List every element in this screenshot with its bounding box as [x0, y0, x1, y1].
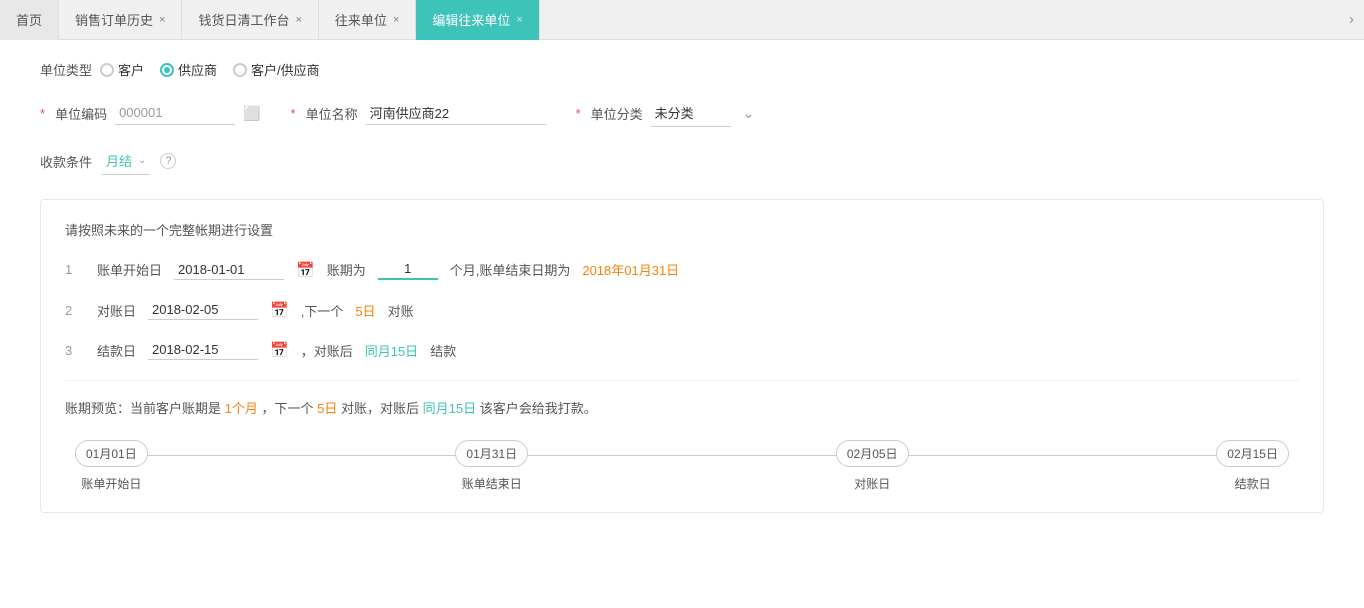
timeline: 01月01日账单开始日 01月31日账单结束日 02月05日对账日 02月15日结款日 [65, 440, 1299, 492]
tab-cash-work-label: 钱货日清工作台 [198, 10, 289, 29]
category-group: * 单位分类 未分类 ⌄ [576, 99, 755, 127]
timeline-label-2: 对账日 [854, 475, 890, 492]
help-icon[interactable]: ? [160, 153, 176, 169]
preview-part2: ，下一个 [262, 401, 314, 416]
unit-type-group: 单位类型 客户 供应商 客户/供应商 [40, 60, 320, 79]
preview-part4: 对账，对账后 [341, 401, 419, 416]
tab-counterparty-close[interactable]: × [393, 14, 399, 26]
months-input[interactable] [378, 259, 438, 280]
tab-sales-history[interactable]: 销售订单历史 × [59, 0, 182, 40]
row-2-calendar-icon[interactable]: 📅 [270, 301, 289, 319]
timeline-node-3: 02月15日 [1216, 440, 1289, 467]
row-2-suffix-post: 对账 [388, 301, 414, 320]
row-1-suffix-pre: 账期为 [327, 260, 366, 279]
tab-sales-history-label: 销售订单历史 [75, 10, 153, 29]
row-2-field: 对账日 [97, 301, 136, 320]
row-3-highlight: 同月15日 [365, 341, 418, 360]
payment-select[interactable]: 月结 ⌄ [102, 147, 150, 175]
row-3-num: 3 [65, 343, 85, 358]
radio-both-label: 客户/供应商 [251, 60, 320, 79]
timeline-item-3: 02月15日结款日 [1216, 440, 1289, 492]
radio-customer[interactable]: 客户 [100, 60, 144, 79]
row-2-highlight: 5日 [355, 301, 375, 320]
category-value: 未分类 [651, 99, 731, 127]
info-row: * 单位编码 ⬜ * 单位名称 * 单位分类 未分类 ⌄ [40, 99, 1324, 127]
setting-row-3: 3 结款日 📅 ，对账后 同月15日 结款 [65, 340, 1299, 360]
code-label: 单位编码 [55, 104, 107, 123]
radio-both[interactable]: 客户/供应商 [233, 60, 320, 79]
preview-label: 账期预览：当前客户账期是 [65, 401, 221, 416]
tab-bar: 首页 销售订单历史 × 钱货日清工作台 × 往来单位 × 编辑往来单位 × › [0, 0, 1364, 40]
row-3-suffix-post: 结款 [430, 341, 456, 360]
row-1-highlight: 2018年01月31日 [582, 260, 679, 279]
timeline-label-1: 账单结束日 [462, 475, 522, 492]
radio-supplier[interactable]: 供应商 [160, 60, 217, 79]
row-1-field: 账单开始日 [97, 260, 162, 279]
name-input[interactable] [366, 101, 546, 125]
tab-edit-counterparty[interactable]: 编辑往来单位 × [416, 0, 539, 40]
unit-type-row: 单位类型 客户 供应商 客户/供应商 [40, 60, 1324, 79]
timeline-node-0: 01月01日 [75, 440, 148, 467]
row-2-suffix-pre: ,下一个 [301, 301, 344, 320]
tab-cash-work[interactable]: 钱货日清工作台 × [182, 0, 318, 40]
row-1-suffix-post: 个月,账单结束日期为 [450, 260, 571, 279]
name-label: 单位名称 [306, 104, 358, 123]
payment-dropdown-icon: ⌄ [138, 155, 146, 166]
card-title: 请按照未来的一个完整帐期进行设置 [65, 220, 1299, 239]
radio-supplier-label: 供应商 [178, 60, 217, 79]
preview-part1: 1个月 [225, 401, 258, 416]
timeline-item-0: 01月01日账单开始日 [75, 440, 148, 492]
radio-customer-label: 客户 [118, 60, 144, 79]
tab-counterparty-label: 往来单位 [335, 10, 387, 29]
copy-icon[interactable]: ⬜ [243, 105, 260, 122]
preview-part3: 5日 [317, 401, 337, 416]
row-2-num: 2 [65, 303, 85, 318]
timeline-label-3: 结款日 [1235, 475, 1271, 492]
row-2-date-input[interactable] [148, 300, 258, 320]
code-required-star: * [40, 106, 45, 121]
timeline-item-2: 02月05日对账日 [836, 440, 909, 492]
category-dropdown-icon[interactable]: ⌄ [743, 105, 755, 122]
timeline-node-1: 01月31日 [455, 440, 528, 467]
unit-type-radio-group: 客户 供应商 客户/供应商 [100, 60, 320, 79]
tab-home[interactable]: 首页 [0, 0, 59, 40]
unit-type-label: 单位类型 [40, 60, 92, 79]
timeline-label-0: 账单开始日 [81, 475, 141, 492]
tab-edit-counterparty-label: 编辑往来单位 [432, 10, 510, 29]
row-3-date-input[interactable] [148, 340, 258, 360]
timeline-item-1: 01月31日账单结束日 [455, 440, 528, 492]
payment-value: 月结 [106, 151, 132, 170]
category-label: 单位分类 [591, 104, 643, 123]
setting-row-2: 2 对账日 📅 ,下一个 5日 对账 [65, 300, 1299, 320]
radio-both-circle [233, 63, 247, 77]
setting-row-1: 1 账单开始日 📅 账期为 个月,账单结束日期为 2018年01月31日 [65, 259, 1299, 280]
tab-sales-history-close[interactable]: × [159, 14, 165, 26]
name-required-star: * [291, 106, 296, 121]
payment-row: 收款条件 月结 ⌄ ? [40, 147, 1324, 175]
preview-part5: 同月15日 [423, 401, 476, 416]
row-1-date-input[interactable] [174, 260, 284, 280]
name-group: * 单位名称 [291, 101, 546, 125]
preview-text: 账期预览：当前客户账期是 1个月 ，下一个 5日 对账，对账后 同月15日 该客… [65, 401, 597, 416]
radio-supplier-circle [160, 63, 174, 77]
row-3-suffix-pre: ，对账后 [301, 341, 353, 360]
timeline-node-2: 02月05日 [836, 440, 909, 467]
payment-label: 收款条件 [40, 152, 92, 171]
code-group: * 单位编码 ⬜ [40, 101, 261, 125]
radio-customer-circle [100, 63, 114, 77]
settings-card: 请按照未来的一个完整帐期进行设置 1 账单开始日 📅 账期为 个月,账单结束日期… [40, 199, 1324, 513]
row-1-num: 1 [65, 262, 85, 277]
row-3-field: 结款日 [97, 341, 136, 360]
row-3-calendar-icon[interactable]: 📅 [270, 341, 289, 359]
code-input[interactable] [115, 101, 235, 125]
tab-edit-counterparty-close[interactable]: × [516, 14, 522, 26]
tab-expand-button[interactable]: › [1339, 0, 1364, 40]
tab-cash-work-close[interactable]: × [295, 14, 301, 26]
row-1-calendar-icon[interactable]: 📅 [296, 261, 315, 279]
tab-home-label: 首页 [16, 10, 42, 29]
main-content: 单位类型 客户 供应商 客户/供应商 * 单位编码 [0, 40, 1364, 608]
category-required-star: * [576, 106, 581, 121]
preview-part6: 该客户会给我打款。 [480, 401, 597, 416]
tab-counterparty[interactable]: 往来单位 × [319, 0, 416, 40]
